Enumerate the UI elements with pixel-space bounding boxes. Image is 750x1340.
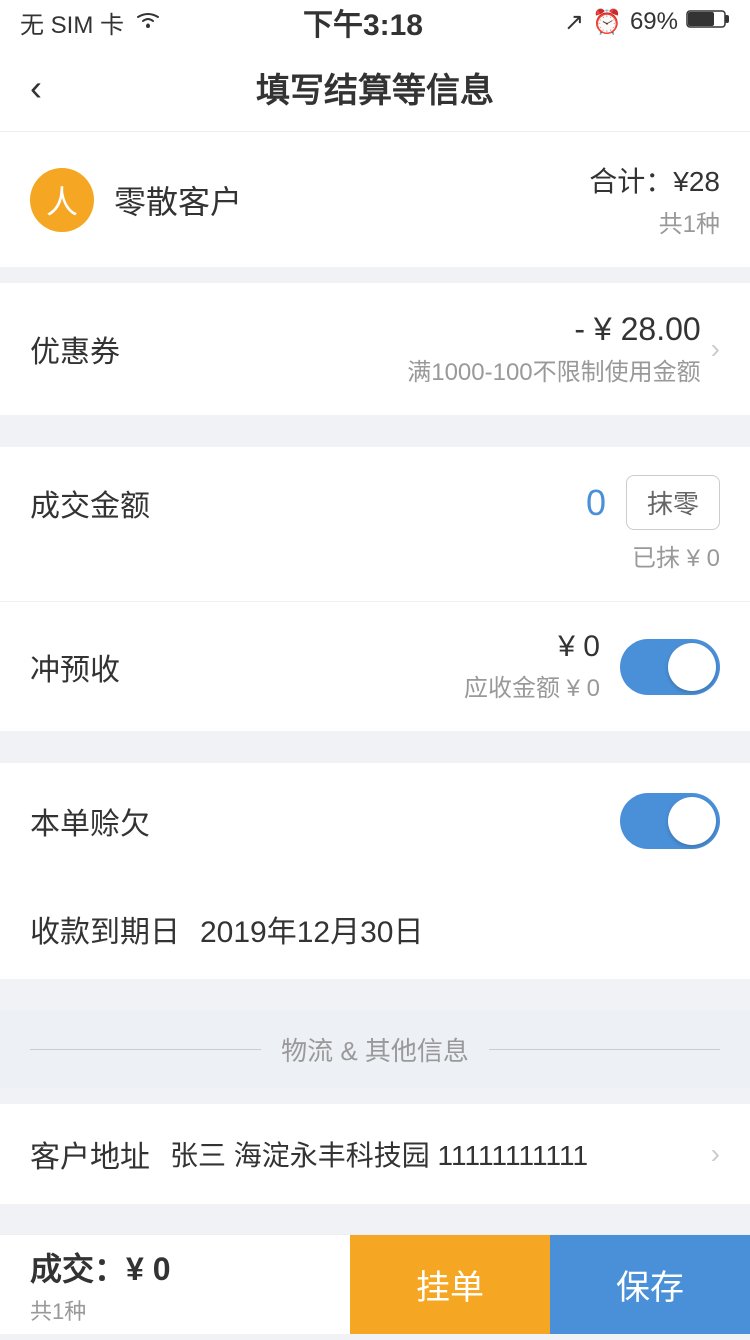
coupon-label: 优惠券 [30, 327, 120, 371]
deal-top: 成交金额 0 抹零 [30, 475, 720, 530]
address-chevron-icon: › [711, 1138, 720, 1170]
precollect-toggle[interactable] [620, 639, 720, 695]
signal-icon: 无 SIM 卡 [20, 5, 124, 40]
spacer-3 [0, 995, 750, 1011]
deal-row: 成交金额 0 抹零 已抹 ¥ 0 [0, 447, 750, 602]
coupon-subtext: 满1000-100不限制使用金额 [407, 352, 700, 387]
alarm-icon: ⏰ [592, 8, 622, 37]
due-date-label: 收款到期日 [30, 907, 180, 951]
spacer-1 [0, 431, 750, 447]
bottom-bar: 成交：¥ 0 共1种 挂单 保存 [0, 1234, 750, 1334]
precollect-amount: ¥ 0 [464, 630, 600, 664]
bottom-deal-amount: 成交：¥ 0 [30, 1244, 350, 1290]
precollect-values: ¥ 0 应收金额 ¥ 0 [464, 630, 600, 703]
avatar-icon: 人 [46, 177, 78, 223]
customer-left: 人 零散客户 [30, 168, 242, 232]
debt-section: 本单赊欠 收款到期日 2019年12月30日 [0, 763, 750, 979]
coupon-amount: - ¥ 28.00 [407, 311, 700, 348]
battery-text: 69% [630, 8, 678, 36]
bottom-deal-label: 成交： [30, 1251, 126, 1287]
coupon-right: - ¥ 28.00 满1000-100不限制使用金额 › [407, 311, 720, 387]
round-down-button[interactable]: 抹零 [626, 475, 720, 530]
deal-section: 成交金额 0 抹零 已抹 ¥ 0 冲预收 ¥ 0 应收金额 ¥ 0 [0, 447, 750, 731]
customer-card: 人 零散客户 合计：¥28 共1种 [0, 132, 750, 267]
wifi-icon [134, 8, 162, 36]
precollect-label: 冲预收 [30, 645, 120, 689]
page-title: 填写结算等信息 [256, 63, 494, 112]
debt-toggle-knob [668, 797, 716, 845]
deal-subtext: 已抹 ¥ 0 [30, 538, 720, 573]
spacer-4 [0, 1088, 750, 1104]
bottom-deal-value: ¥ 0 [126, 1251, 170, 1287]
status-time: 下午3:18 [303, 0, 423, 44]
spacer-2 [0, 747, 750, 763]
debt-toggle[interactable] [620, 793, 720, 849]
nav-bar: ‹ 填写结算等信息 [0, 44, 750, 132]
status-bar: 无 SIM 卡 下午3:18 ↗ ⏰ 69% [0, 0, 750, 44]
debt-row: 本单赊欠 [0, 763, 750, 879]
status-right: ↗ ⏰ 69% [564, 8, 730, 37]
status-left: 无 SIM 卡 [20, 5, 162, 40]
customer-total: 合计：¥28 [589, 160, 720, 200]
coupon-chevron-icon: › [711, 333, 720, 365]
toggle-knob [668, 643, 716, 691]
divider-text: 物流 & 其他信息 [281, 1031, 469, 1068]
customer-right: 合计：¥28 共1种 [589, 160, 720, 239]
precollect-row: 冲预收 ¥ 0 应收金额 ¥ 0 [0, 602, 750, 731]
address-section: 客户地址 张三 海淀永丰科技园 11111111111 › [0, 1104, 750, 1204]
due-date-row: 收款到期日 2019年12月30日 [0, 879, 750, 979]
save-button[interactable]: 保存 [550, 1235, 750, 1334]
customer-avatar: 人 [30, 168, 94, 232]
coupon-row[interactable]: 优惠券 - ¥ 28.00 满1000-100不限制使用金额 › [0, 283, 750, 415]
location-icon: ↗ [564, 8, 584, 37]
content-area: 人 零散客户 合计：¥28 共1种 优惠券 - ¥ 28.00 满1000-10… [0, 132, 750, 1340]
bottom-count: 共1种 [30, 1294, 350, 1326]
battery-icon [686, 8, 730, 37]
back-button[interactable]: ‹ [30, 67, 42, 109]
customer-name: 零散客户 [114, 177, 242, 223]
deal-value: 0 [586, 482, 606, 524]
precollect-right: ¥ 0 应收金额 ¥ 0 [464, 630, 720, 703]
precollect-subtext: 应收金额 ¥ 0 [464, 668, 600, 703]
deal-label: 成交金额 [30, 481, 150, 525]
coupon-value: - ¥ 28.00 满1000-100不限制使用金额 [407, 311, 700, 387]
customer-count: 共1种 [589, 204, 720, 239]
logistics-divider: 物流 & 其他信息 [0, 1011, 750, 1088]
address-row[interactable]: 客户地址 张三 海淀永丰科技园 11111111111 › [0, 1104, 750, 1204]
coupon-section: 优惠券 - ¥ 28.00 满1000-100不限制使用金额 › [0, 283, 750, 415]
divider-line-right [489, 1049, 720, 1050]
due-date-value: 2019年12月30日 [200, 907, 423, 951]
bottom-info: 成交：¥ 0 共1种 [0, 1235, 350, 1334]
deal-right: 0 抹零 [586, 475, 720, 530]
hold-button[interactable]: 挂单 [350, 1235, 550, 1334]
address-label: 客户地址 [30, 1132, 150, 1176]
debt-label: 本单赊欠 [30, 799, 150, 843]
address-value: 张三 海淀永丰科技园 11111111111 [170, 1134, 691, 1174]
divider-line-left [30, 1049, 261, 1050]
